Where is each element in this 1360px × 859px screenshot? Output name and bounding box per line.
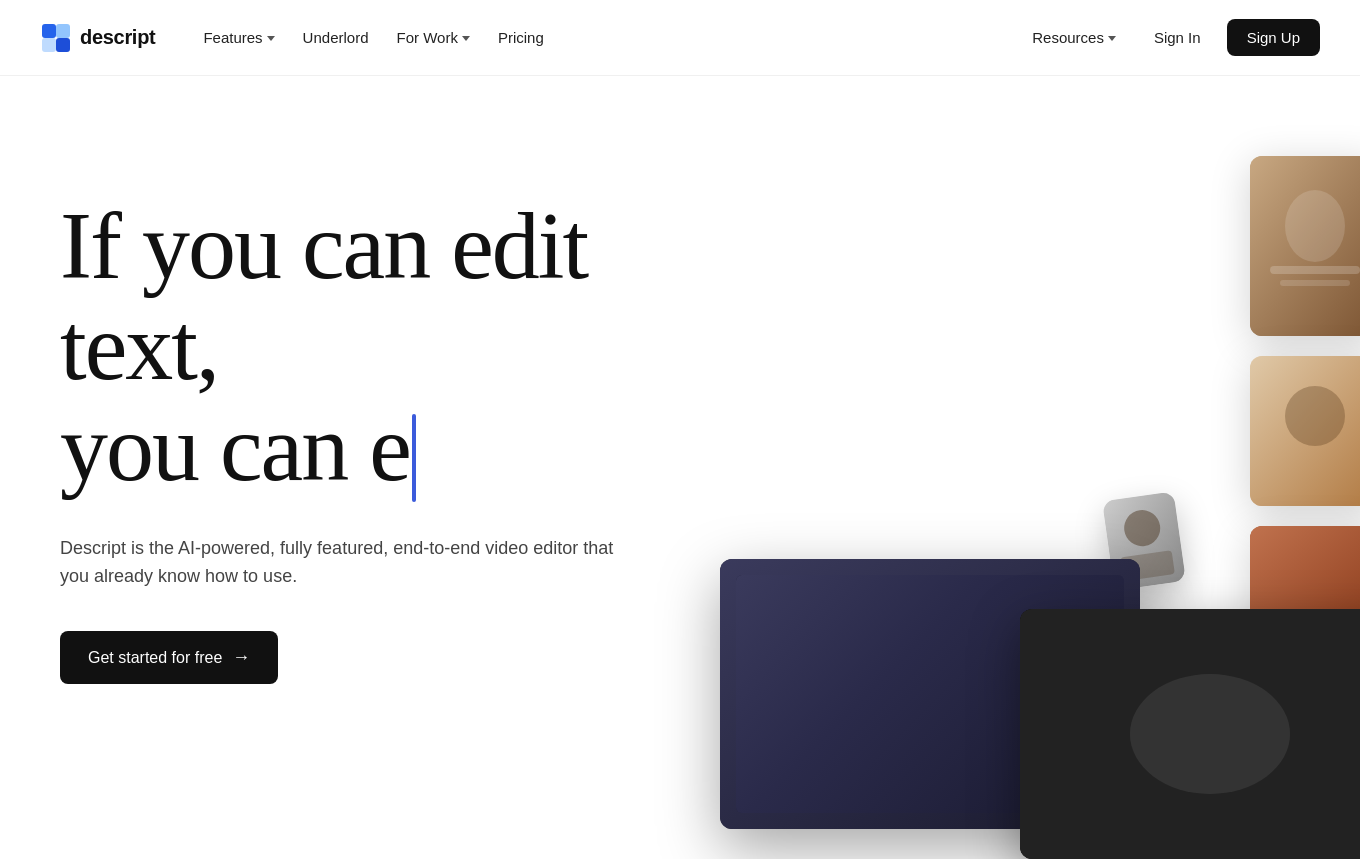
nav-right: Resources Sign In Sign Up	[1020, 19, 1320, 56]
nav-resources[interactable]: Resources	[1020, 21, 1128, 54]
logo-text: descript	[80, 26, 155, 49]
hero-headline-line2: you can e	[60, 394, 416, 501]
svg-rect-32	[1020, 609, 1360, 859]
svg-rect-0	[42, 24, 56, 38]
svg-rect-28	[780, 722, 783, 732]
hero-headline: If you can edit text, you can e	[60, 196, 700, 502]
nav-features[interactable]: Features	[191, 21, 286, 54]
svg-point-35	[1150, 739, 1270, 799]
svg-point-34	[1165, 659, 1255, 749]
svg-rect-40	[1060, 841, 1110, 844]
svg-rect-27	[774, 716, 777, 734]
sign-up-button[interactable]: Sign Up	[1227, 19, 1320, 56]
svg-point-33	[1110, 639, 1310, 819]
svg-rect-22	[750, 749, 950, 752]
hero-content: If you can edit text, you can e Descript…	[0, 76, 700, 684]
svg-rect-3	[56, 38, 70, 52]
hero-visual	[600, 76, 1360, 859]
svg-point-5	[1285, 190, 1345, 262]
svg-rect-26	[768, 711, 771, 739]
svg-rect-39	[1060, 835, 1140, 839]
text-cursor	[412, 414, 416, 502]
chevron-down-icon	[462, 36, 470, 41]
nav-pricing[interactable]: Pricing	[486, 21, 556, 54]
main-nav: descript Features Underlord For Work Pri…	[0, 0, 1360, 76]
arrow-icon: →	[232, 647, 250, 668]
svg-rect-36	[1020, 609, 1360, 859]
svg-point-9	[1285, 386, 1345, 446]
svg-rect-19	[750, 589, 830, 597]
nav-left: descript Features Underlord For Work Pri…	[40, 21, 556, 54]
svg-rect-24	[756, 714, 759, 736]
svg-rect-2	[42, 38, 56, 52]
hero-image-card-2	[1250, 356, 1360, 506]
svg-rect-7	[1280, 280, 1350, 286]
hero-headline-line1: If you can edit text,	[60, 192, 587, 400]
hero-image-card-1	[1250, 156, 1360, 336]
svg-rect-1	[56, 24, 70, 38]
hero-section: If you can edit text, you can e Descript…	[0, 76, 1360, 859]
svg-rect-23	[750, 719, 753, 731]
sign-in-button[interactable]: Sign In	[1136, 19, 1219, 56]
chevron-down-icon	[1108, 36, 1116, 41]
svg-rect-20	[750, 607, 870, 613]
nav-links: Features Underlord For Work Pricing	[191, 21, 555, 54]
descript-logo-icon	[40, 22, 72, 54]
nav-underlord[interactable]: Underlord	[291, 21, 381, 54]
chevron-down-icon	[267, 36, 275, 41]
svg-rect-37	[1030, 829, 1360, 849]
svg-rect-6	[1270, 266, 1360, 274]
hero-video-screen	[1020, 609, 1360, 859]
cta-button[interactable]: Get started for free →	[60, 631, 278, 684]
svg-rect-25	[762, 717, 765, 733]
logo-link[interactable]: descript	[40, 22, 155, 54]
svg-point-38	[1037, 831, 1053, 847]
cta-label: Get started for free	[88, 649, 222, 667]
hero-subtext: Descript is the AI-powered, fully featur…	[60, 534, 640, 592]
nav-for-work[interactable]: For Work	[384, 21, 481, 54]
